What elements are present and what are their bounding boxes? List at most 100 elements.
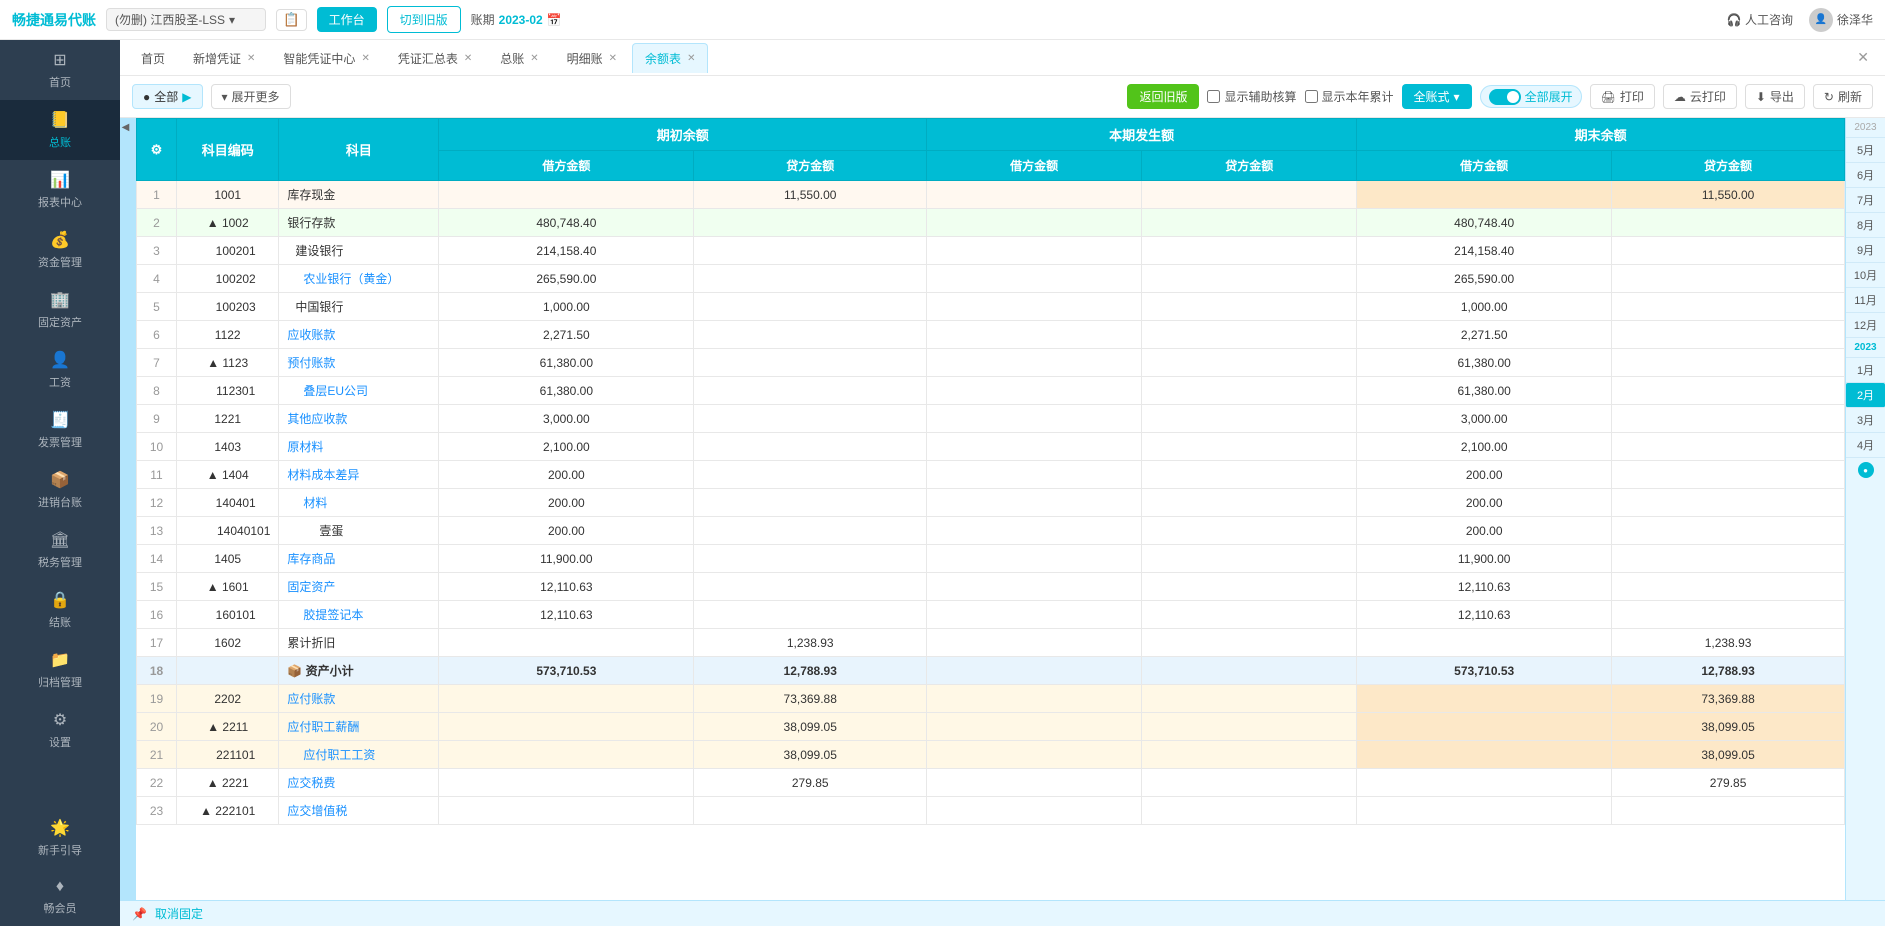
collapse-panel-button[interactable]: ◀ xyxy=(120,118,136,900)
tab-smart-center[interactable]: 智能凭证中心 ✕ xyxy=(270,43,382,73)
period-debit: 265,590.00 xyxy=(439,265,694,293)
close-all-icon[interactable]: ✕ xyxy=(1849,49,1877,66)
tab-voucher-summary[interactable]: 凭证汇总表 ✕ xyxy=(385,43,485,73)
sidebar-item-wages[interactable]: 👤 工资 xyxy=(0,340,120,400)
sidebar-item-closing[interactable]: 🔒 结账 xyxy=(0,580,120,640)
cloud-print-button[interactable]: ☁ 云打印 xyxy=(1663,84,1737,109)
calendar-icon[interactable]: 📅 xyxy=(547,13,562,27)
account-name[interactable]: 应付账款 xyxy=(279,685,439,713)
month-7[interactable]: 7月 xyxy=(1846,188,1885,213)
account-name-link[interactable]: 应付职工工资 xyxy=(287,748,375,762)
consult-link[interactable]: 🎧 人工咨询 xyxy=(1727,11,1793,28)
close-icon[interactable]: ✕ xyxy=(464,53,472,64)
account-name[interactable]: 材料成本差异 xyxy=(279,461,439,489)
switch-version-button[interactable]: 切到旧版 xyxy=(387,6,461,33)
print-button[interactable]: 🖨 打印 xyxy=(1590,84,1655,109)
sidebar-item-settings[interactable]: ⚙ 设置 xyxy=(0,700,120,760)
month-10[interactable]: 10月 xyxy=(1846,263,1885,288)
account-name[interactable]: 原材料 xyxy=(279,433,439,461)
tab-detail[interactable]: 明细账 ✕ xyxy=(554,43,630,73)
account-name-link[interactable]: 农业银行（黄金） xyxy=(287,272,399,286)
account-name-link[interactable]: 应交增值税 xyxy=(287,804,347,818)
copy-button[interactable]: 📋 xyxy=(276,9,307,31)
month-11[interactable]: 11月 xyxy=(1846,288,1885,313)
account-name-link[interactable]: 库存商品 xyxy=(287,552,335,566)
account-name-link[interactable]: 材料成本差异 xyxy=(287,468,359,482)
sidebar-item-ledger[interactable]: 📒 总账 xyxy=(0,100,120,160)
tab-balance[interactable]: 余额表 ✕ xyxy=(632,43,708,73)
sidebar-item-archive[interactable]: 📁 归档管理 xyxy=(0,640,120,700)
toggle-switch[interactable] xyxy=(1489,89,1521,105)
account-name[interactable]: 库存商品 xyxy=(279,545,439,573)
month-6[interactable]: 6月 xyxy=(1846,163,1885,188)
tab-ledger[interactable]: 总账 ✕ xyxy=(487,43,551,73)
return-button[interactable]: 返回旧版 xyxy=(1127,84,1199,109)
close-icon[interactable]: ✕ xyxy=(361,53,369,64)
sidebar-item-tax[interactable]: 🏛 税务管理 xyxy=(0,520,120,580)
account-name[interactable]: 叠层EU公司 xyxy=(279,377,439,405)
filter-button[interactable]: ● 全部 ▶ xyxy=(132,84,203,109)
sidebar-item-member[interactable]: ♦ 畅会员 xyxy=(0,868,120,926)
bottom-bar[interactable]: 📌 取消固定 xyxy=(120,900,1885,926)
account-name-link[interactable]: 应收账款 xyxy=(287,328,335,342)
tab-add-voucher[interactable]: 新增凭证 ✕ xyxy=(180,43,268,73)
sidebar-item-guide[interactable]: 🌟 新手引导 xyxy=(0,808,120,868)
account-name[interactable]: 其他应收款 xyxy=(279,405,439,433)
account-name-link[interactable]: 材料 xyxy=(287,496,327,510)
account-name[interactable]: 应付职工薪酬 xyxy=(279,713,439,741)
account-name-link[interactable]: 原材料 xyxy=(287,440,323,454)
sidebar-item-reports[interactable]: 📊 报表中心 xyxy=(0,160,120,220)
month-2[interactable]: 2月 xyxy=(1846,383,1885,408)
month-3[interactable]: 3月 xyxy=(1846,408,1885,433)
refresh-button[interactable]: ↻ 刷新 xyxy=(1813,84,1873,109)
account-name[interactable]: 材料 xyxy=(279,489,439,517)
sidebar-item-funds[interactable]: 💰 资金管理 xyxy=(0,220,120,280)
company-selector[interactable]: (勿删) 江西股圣-LSS ▾ xyxy=(106,8,266,31)
account-name[interactable]: 固定资产 xyxy=(279,573,439,601)
current-debit xyxy=(927,629,1142,657)
format-button[interactable]: 全账式 ▾ xyxy=(1402,84,1472,109)
month-8[interactable]: 8月 xyxy=(1846,213,1885,238)
account-name[interactable]: 胶提签记本 xyxy=(279,601,439,629)
settings-column-header[interactable]: ⚙ xyxy=(137,119,177,181)
account-name-link[interactable]: 胶提签记本 xyxy=(287,608,363,622)
month-9[interactable]: 9月 xyxy=(1846,238,1885,263)
ytd-checkbox[interactable] xyxy=(1305,90,1318,103)
current-period-dot[interactable]: ● xyxy=(1858,462,1874,478)
expand-button[interactable]: ▾ 展开更多 xyxy=(211,84,291,109)
close-icon[interactable]: ✕ xyxy=(609,53,617,64)
export-button[interactable]: ⬇ 导出 xyxy=(1745,84,1805,109)
account-name-link[interactable]: 应交税费 xyxy=(287,776,335,790)
show-ytd-checkbox[interactable]: 显示本年累计 xyxy=(1305,88,1394,105)
sidebar-item-home[interactable]: ⊞ 首页 xyxy=(0,40,120,100)
expand-all-toggle[interactable]: 全部展开 xyxy=(1480,85,1582,108)
account-name-link[interactable]: 预付账款 xyxy=(287,356,335,370)
month-12[interactable]: 12月 xyxy=(1846,313,1885,338)
close-icon[interactable]: ✕ xyxy=(687,53,695,64)
tab-home[interactable]: 首页 xyxy=(128,43,178,73)
month-5[interactable]: 5月 xyxy=(1846,138,1885,163)
auxiliary-checkbox[interactable] xyxy=(1207,90,1220,103)
sidebar-item-invoice[interactable]: 🧾 发票管理 xyxy=(0,400,120,460)
account-name-link[interactable]: 固定资产 xyxy=(287,580,335,594)
month-4[interactable]: 4月 xyxy=(1846,433,1885,458)
period-credit xyxy=(694,517,927,545)
show-auxiliary-checkbox[interactable]: 显示辅助核算 xyxy=(1207,88,1296,105)
account-name-link[interactable]: 叠层EU公司 xyxy=(287,384,368,398)
close-icon[interactable]: ✕ xyxy=(247,53,255,64)
account-name-link[interactable]: 应付账款 xyxy=(287,692,335,706)
account-name[interactable]: 应收账款 xyxy=(279,321,439,349)
account-name[interactable]: 应付职工工资 xyxy=(279,741,439,769)
sidebar-item-purchase[interactable]: 📦 进销台账 xyxy=(0,460,120,520)
account-name[interactable]: 农业银行（黄金） xyxy=(279,265,439,293)
account-name[interactable]: 应交增值税 xyxy=(279,797,439,825)
sidebar-item-assets[interactable]: 🏢 固定资产 xyxy=(0,280,120,340)
user-area[interactable]: 👤 徐泽华 xyxy=(1809,8,1873,32)
close-icon[interactable]: ✕ xyxy=(530,53,538,64)
account-name-link[interactable]: 其他应收款 xyxy=(287,412,347,426)
account-name[interactable]: 应交税费 xyxy=(279,769,439,797)
workbench-button[interactable]: 工作台 xyxy=(317,7,377,32)
account-name-link[interactable]: 应付职工薪酬 xyxy=(287,720,359,734)
account-name[interactable]: 预付账款 xyxy=(279,349,439,377)
month-1[interactable]: 1月 xyxy=(1846,358,1885,383)
